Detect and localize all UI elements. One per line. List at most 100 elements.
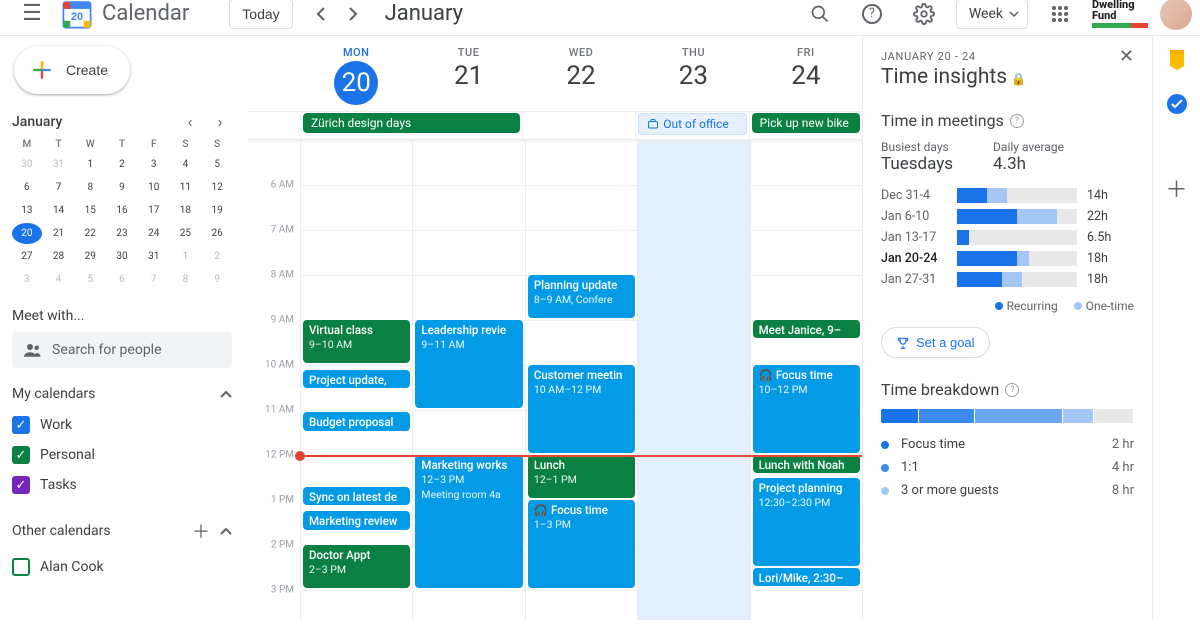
account-avatar[interactable] (1160, 0, 1192, 30)
calendar-event[interactable]: Planning update8–9 AM, Confere (528, 275, 635, 318)
set-goal-button[interactable]: Set a goal (881, 327, 990, 358)
calendar-event[interactable]: Leadership revie9–11 AM (415, 320, 522, 408)
info-icon[interactable]: ? (1010, 114, 1024, 128)
time-grid[interactable]: 6 AM7 AM8 AM9 AM10 AM11 AM12 PM1 PM2 PM3… (248, 140, 862, 620)
calendar-event[interactable]: Marketing works12–3 PMMeeting room 4a (415, 455, 522, 588)
mini-cal-day[interactable]: 19 (202, 200, 232, 221)
mini-cal-day[interactable]: 15 (75, 200, 105, 221)
mini-cal-day[interactable]: 12 (202, 177, 232, 198)
calendar-item[interactable]: Work (12, 410, 232, 440)
mini-cal-day[interactable]: 1 (75, 154, 105, 175)
create-button[interactable]: Create (14, 46, 130, 94)
calendar-event[interactable]: Virtual class9–10 AM (303, 320, 410, 363)
mini-cal-day[interactable]: 14 (44, 200, 74, 221)
view-selector[interactable]: Week (956, 0, 1028, 29)
mini-cal-day[interactable]: 3 (12, 269, 42, 290)
calendar-item[interactable]: Alan Cook (12, 552, 232, 582)
mini-cal-day[interactable]: 30 (12, 154, 42, 175)
mini-cal-day[interactable]: 24 (139, 223, 169, 244)
mini-cal-day[interactable]: 23 (107, 223, 137, 244)
mini-cal-day[interactable]: 2 (202, 246, 232, 267)
mini-cal-day[interactable]: 7 (139, 269, 169, 290)
other-calendars-heading[interactable]: Other calendars＋ (12, 518, 232, 544)
calendar-event[interactable]: Lori/Mike, 2:30– (753, 568, 860, 586)
mini-cal-day[interactable]: 7 (44, 177, 74, 198)
info-icon[interactable]: ? (1005, 383, 1019, 397)
mini-cal-day[interactable]: 1 (171, 246, 201, 267)
calendar-item[interactable]: Tasks (12, 470, 232, 500)
next-week-button[interactable] (337, 0, 369, 30)
keep-icon[interactable] (1165, 48, 1189, 72)
mini-cal-day[interactable]: 8 (171, 269, 201, 290)
day-header[interactable]: MON20 (300, 36, 412, 111)
mini-cal-day[interactable]: 13 (12, 200, 42, 221)
day-header[interactable]: FRI24 (750, 36, 862, 111)
checkbox[interactable] (12, 446, 30, 464)
mini-cal-day[interactable]: 28 (44, 246, 74, 267)
day-column[interactable] (637, 140, 749, 620)
calendar-event[interactable]: Lunch12–1 PM (528, 455, 635, 498)
allday-event-ooo[interactable]: Out of office (638, 113, 746, 135)
calendar-event[interactable]: Project planning12:30–2:30 PM (753, 478, 860, 566)
add-calendar-icon[interactable]: ＋ (192, 518, 210, 544)
mini-cal-day[interactable]: 21 (44, 223, 74, 244)
calendar-event[interactable]: Marketing review (303, 511, 410, 529)
mini-next-icon[interactable]: › (208, 112, 232, 131)
calendar-event[interactable]: 🎧 Focus time1–3 PM (528, 500, 635, 588)
checkbox[interactable] (12, 416, 30, 434)
mini-calendar[interactable]: MTWTFSS303112345678910111213141516171819… (12, 137, 232, 290)
mini-cal-day[interactable]: 11 (171, 177, 201, 198)
checkbox[interactable] (12, 476, 30, 494)
apps-grid-icon[interactable] (1040, 0, 1080, 34)
add-addon-icon[interactable]: ＋ (1165, 176, 1189, 200)
mini-cal-day[interactable]: 26 (202, 223, 232, 244)
mini-cal-day[interactable]: 5 (202, 154, 232, 175)
allday-event[interactable]: Zürich design days (303, 113, 520, 133)
mini-cal-day[interactable]: 9 (202, 269, 232, 290)
today-button[interactable]: Today (229, 0, 292, 29)
checkbox[interactable] (12, 558, 30, 576)
day-column[interactable]: Meet Janice, 9– 🎧 Focus time10–12 PM Lunch… (750, 140, 862, 620)
mini-cal-day[interactable]: 3 (139, 154, 169, 175)
mini-cal-day[interactable]: 31 (139, 246, 169, 267)
calendar-event[interactable]: Meet Janice, 9– (753, 320, 860, 338)
calendar-item[interactable]: Personal (12, 440, 232, 470)
mini-cal-day[interactable]: 2 (107, 154, 137, 175)
day-header[interactable]: TUE21 (412, 36, 524, 111)
mini-cal-day[interactable]: 18 (171, 200, 201, 221)
menu-icon[interactable]: ☰ (8, 1, 56, 26)
mini-cal-day[interactable]: 30 (107, 246, 137, 267)
day-header[interactable]: WED22 (525, 36, 637, 111)
mini-cal-day[interactable]: 8 (75, 177, 105, 198)
day-column[interactable]: Leadership revie9–11 AM Marketing works12… (412, 140, 524, 620)
calendar-event[interactable]: Customer meetin10 AM–12 PM (528, 365, 635, 453)
search-icon[interactable] (800, 0, 840, 34)
search-people-input[interactable]: Search for people (12, 332, 232, 368)
mini-cal-day[interactable]: 6 (12, 177, 42, 198)
mini-cal-day[interactable]: 16 (107, 200, 137, 221)
calendar-event[interactable]: 🎧 Focus time10–12 PM (753, 365, 860, 453)
mini-cal-day[interactable]: 17 (139, 200, 169, 221)
mini-cal-day[interactable]: 20 (12, 223, 42, 244)
calendar-event[interactable]: Project update, (303, 370, 410, 388)
mini-cal-day[interactable]: 6 (107, 269, 137, 290)
calendar-event[interactable]: Lunch with Noah (753, 455, 860, 473)
calendar-event[interactable]: Doctor Appt2–3 PM (303, 545, 410, 588)
allday-event[interactable]: Pick up new bike (752, 113, 860, 133)
mini-cal-day[interactable]: 22 (75, 223, 105, 244)
mini-cal-day[interactable]: 29 (75, 246, 105, 267)
mini-cal-day[interactable]: 27 (12, 246, 42, 267)
day-column[interactable]: Virtual class9–10 AM Project update, Budge… (300, 140, 412, 620)
calendar-event[interactable]: Budget proposal (303, 412, 410, 430)
mini-prev-icon[interactable]: ‹ (178, 112, 202, 131)
mini-cal-day[interactable]: 4 (171, 154, 201, 175)
app-logo[interactable]: 20 Calendar (60, 0, 189, 31)
mini-cal-day[interactable]: 25 (171, 223, 201, 244)
my-calendars-heading[interactable]: My calendars (12, 386, 232, 402)
mini-cal-day[interactable]: 9 (107, 177, 137, 198)
close-icon[interactable]: ✕ (1119, 46, 1134, 67)
tasks-icon[interactable] (1165, 92, 1189, 116)
prev-week-button[interactable] (305, 0, 337, 30)
calendar-event[interactable]: Sync on latest de (303, 487, 410, 505)
day-header[interactable]: THU23 (637, 36, 749, 111)
